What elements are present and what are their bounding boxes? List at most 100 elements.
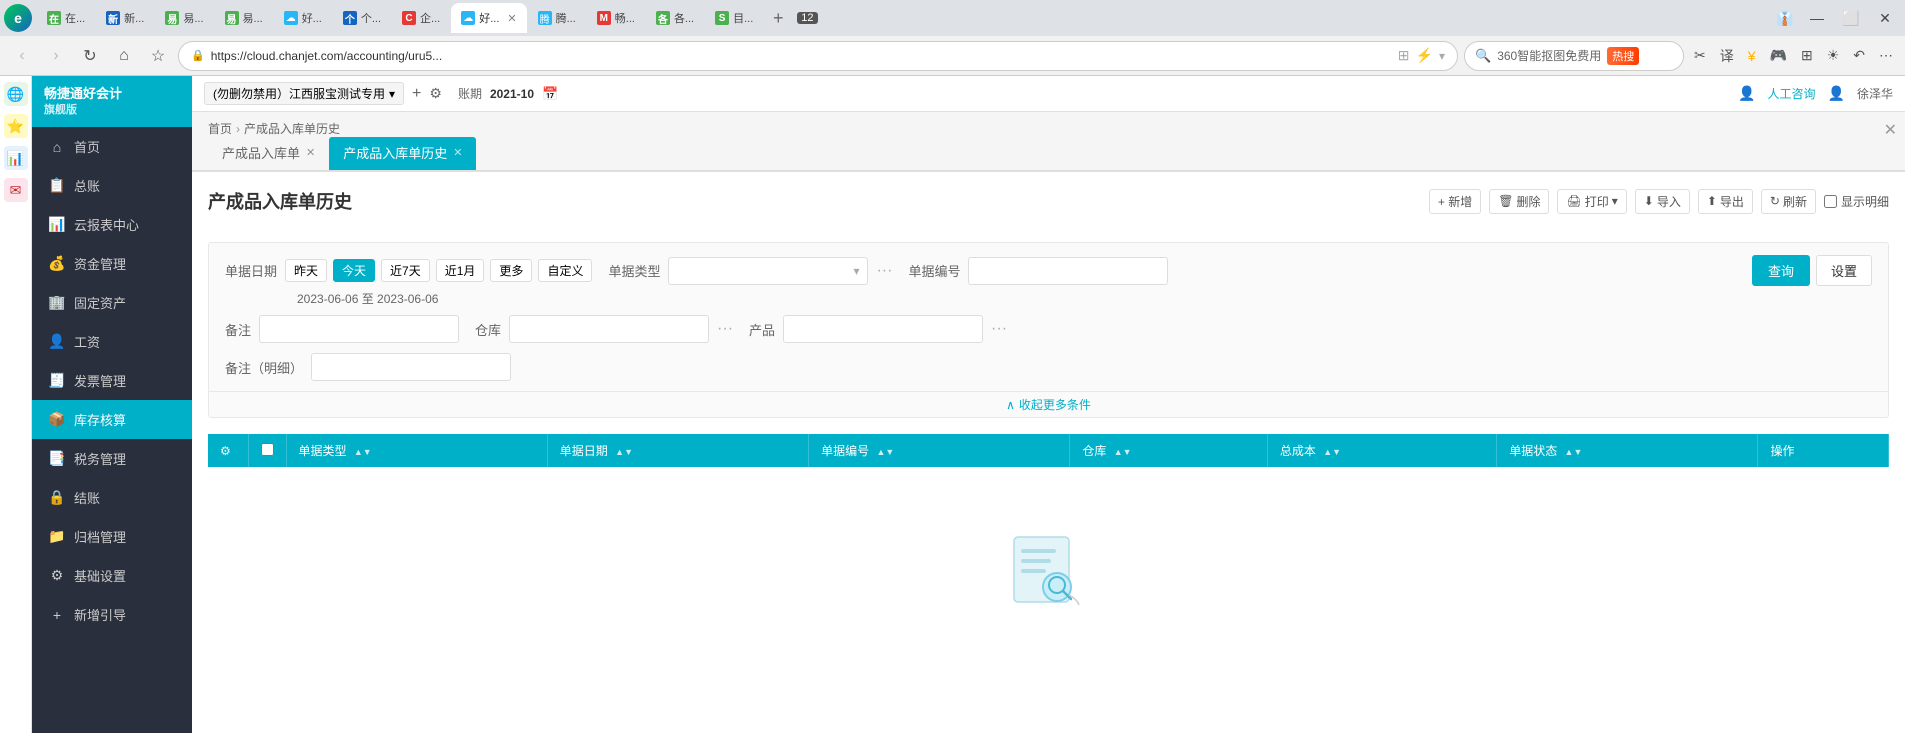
company-selector[interactable]: (勿删勿禁用）江西服宝测试专用 ▾	[204, 82, 404, 105]
nav-item-tax[interactable]: 📑 税务管理	[32, 439, 192, 478]
browser-tab-12[interactable]: S 目...	[705, 3, 763, 33]
panel-close-button[interactable]: ✕	[1884, 120, 1897, 140]
browser-tab-5[interactable]: ☁ 好...	[274, 3, 332, 33]
th-status[interactable]: 单据状态 ▲▼	[1497, 434, 1758, 467]
scissors-icon[interactable]: ✂	[1690, 45, 1710, 66]
th-settings[interactable]: ⚙	[208, 434, 248, 467]
nav-item-payroll[interactable]: 👤 工资	[32, 322, 192, 361]
show-detail-toggle[interactable]: 显示明细	[1824, 193, 1889, 210]
browser-tab-11[interactable]: 各 各...	[646, 3, 704, 33]
detail-remark-input[interactable]	[311, 353, 511, 381]
nav-item-assets[interactable]: 🏢 固定资产	[32, 283, 192, 322]
refresh-button[interactable]: ↻ 刷新	[1761, 189, 1816, 214]
new-tab-button[interactable]: +	[764, 4, 792, 32]
date-more-btn[interactable]: 更多	[490, 259, 532, 282]
content-area: 产成品入库单历史 + 新增 🗑 删除 🖨 打印 ▾ ⬇ 导入	[192, 172, 1905, 733]
print-button[interactable]: 🖨 打印 ▾	[1557, 189, 1626, 214]
import-button[interactable]: ⬇ 导入	[1635, 189, 1690, 214]
collapse-button[interactable]: ∧ 收起更多条件	[209, 391, 1888, 417]
nav-item-funds[interactable]: 💰 资金管理	[32, 244, 192, 283]
delete-button[interactable]: 🗑 删除	[1489, 189, 1549, 214]
more-icon[interactable]: ⋯	[1875, 45, 1897, 66]
app-icon-chart[interactable]: 📊	[4, 146, 28, 170]
page-tab-history[interactable]: 产成品入库单历史 ✕	[329, 137, 476, 170]
export-button[interactable]: ⬆ 导出	[1698, 189, 1753, 214]
type-filter-dots[interactable]: ···	[876, 262, 892, 280]
sun-icon[interactable]: ☀	[1823, 45, 1844, 66]
page-tab-list-close[interactable]: ✕	[306, 146, 315, 159]
th-type[interactable]: 单据类型 ▲▼	[286, 434, 547, 467]
browser-tab-10[interactable]: M 畅...	[587, 3, 645, 33]
breadcrumb-current[interactable]: 产成品入库单历史	[244, 120, 340, 137]
home-nav-button[interactable]: ⌂	[110, 42, 138, 70]
set-button[interactable]: 设置	[1816, 255, 1872, 286]
select-all-checkbox[interactable]	[261, 443, 274, 456]
shirt-icon[interactable]: 👔	[1771, 4, 1799, 32]
date-today-btn[interactable]: 今天	[333, 259, 375, 282]
th-cost[interactable]: 总成本 ▲▼	[1267, 434, 1496, 467]
nav-item-settings[interactable]: ⚙ 基础设置	[32, 556, 192, 595]
nav-item-new[interactable]: + 新增引导	[32, 595, 192, 634]
browser-tab-3[interactable]: 易 易...	[155, 3, 213, 33]
date-custom-btn[interactable]: 自定义	[538, 259, 592, 282]
browser-tab-6[interactable]: 个 个...	[333, 3, 391, 33]
page-tab-history-close[interactable]: ✕	[453, 146, 462, 159]
yuan-icon[interactable]: ¥	[1744, 46, 1760, 66]
th-date[interactable]: 单据日期 ▲▼	[547, 434, 808, 467]
nav-item-close[interactable]: 🔒 结账	[32, 478, 192, 517]
type-filter-select[interactable]: ▾	[668, 257, 868, 285]
page-tab-list[interactable]: 产成品入库单 ✕	[208, 137, 329, 170]
minimize-button[interactable]: —	[1801, 4, 1833, 32]
th-warehouse[interactable]: 仓库 ▲▼	[1070, 434, 1267, 467]
date-7days-btn[interactable]: 近7天	[381, 259, 430, 282]
dropdown-icon[interactable]: ▾	[1439, 49, 1445, 63]
nav-item-reports[interactable]: 📊 云报表中心	[32, 205, 192, 244]
add-company-button[interactable]: +	[412, 85, 421, 103]
product-filter-select[interactable]	[783, 315, 983, 343]
settings-button[interactable]: ⚙	[429, 85, 442, 102]
address-input[interactable]: 🔒 https://cloud.chanjet.com/accounting/u…	[178, 41, 1458, 71]
nav-item-archive[interactable]: 📁 归档管理	[32, 517, 192, 556]
browser-tab-2[interactable]: 新 新...	[96, 3, 154, 33]
back-button[interactable]: ‹	[8, 42, 36, 70]
lock-icon: 🔒	[191, 49, 205, 62]
undo-icon[interactable]: ↶	[1849, 45, 1869, 66]
nav-item-invoice[interactable]: 🧾 发票管理	[32, 361, 192, 400]
user-service-label[interactable]: 人工咨询	[1768, 85, 1816, 102]
product-filter-dots[interactable]: ···	[991, 320, 1007, 338]
app-icon-browser[interactable]: 🌐	[4, 82, 28, 106]
calendar-icon[interactable]: 📅	[542, 86, 558, 102]
search-bar[interactable]: 🔍 360智能抠图免费用 热搜	[1464, 41, 1684, 71]
remark-filter-input[interactable]	[259, 315, 459, 343]
th-checkbox[interactable]	[248, 434, 286, 467]
nav-item-ledger[interactable]: 📋 总账	[32, 166, 192, 205]
refresh-nav-button[interactable]: ↻	[76, 42, 104, 70]
new-button[interactable]: + 新增	[1429, 189, 1481, 214]
forward-button[interactable]: ›	[42, 42, 70, 70]
browser-tab-1[interactable]: 在 在...	[37, 3, 95, 33]
th-number[interactable]: 单据编号 ▲▼	[809, 434, 1070, 467]
maximize-button[interactable]: ⬜	[1835, 4, 1867, 32]
translate-icon[interactable]: 译	[1716, 44, 1738, 68]
grid-icon[interactable]: ⊞	[1797, 45, 1817, 66]
date-yesterday-btn[interactable]: 昨天	[285, 259, 327, 282]
number-filter-input[interactable]	[968, 257, 1168, 285]
browser-tab-4[interactable]: 易 易...	[215, 3, 273, 33]
app-icon-star[interactable]: ⭐	[4, 114, 28, 138]
show-detail-checkbox[interactable]	[1824, 195, 1837, 208]
warehouse-filter-dots[interactable]: ···	[717, 320, 733, 338]
nav-item-inventory[interactable]: 📦 库存核算	[32, 400, 192, 439]
browser-tab-8[interactable]: ☁ 好... ✕	[451, 3, 526, 33]
tab-close-icon[interactable]: ✕	[507, 12, 516, 25]
browser-tab-9[interactable]: 腾 腾...	[528, 3, 586, 33]
nav-item-home[interactable]: ⌂ 首页	[32, 127, 192, 166]
date-1month-btn[interactable]: 近1月	[436, 259, 485, 282]
warehouse-filter-select[interactable]	[509, 315, 709, 343]
app-icon-mail[interactable]: ✉	[4, 178, 28, 202]
game-icon[interactable]: 🎮	[1766, 45, 1791, 66]
close-button[interactable]: ✕	[1869, 4, 1901, 32]
browser-tab-7[interactable]: C 企...	[392, 3, 450, 33]
query-button[interactable]: 查询	[1752, 255, 1810, 286]
bookmark-button[interactable]: ☆	[144, 42, 172, 70]
breadcrumb-home[interactable]: 首页	[208, 120, 232, 137]
